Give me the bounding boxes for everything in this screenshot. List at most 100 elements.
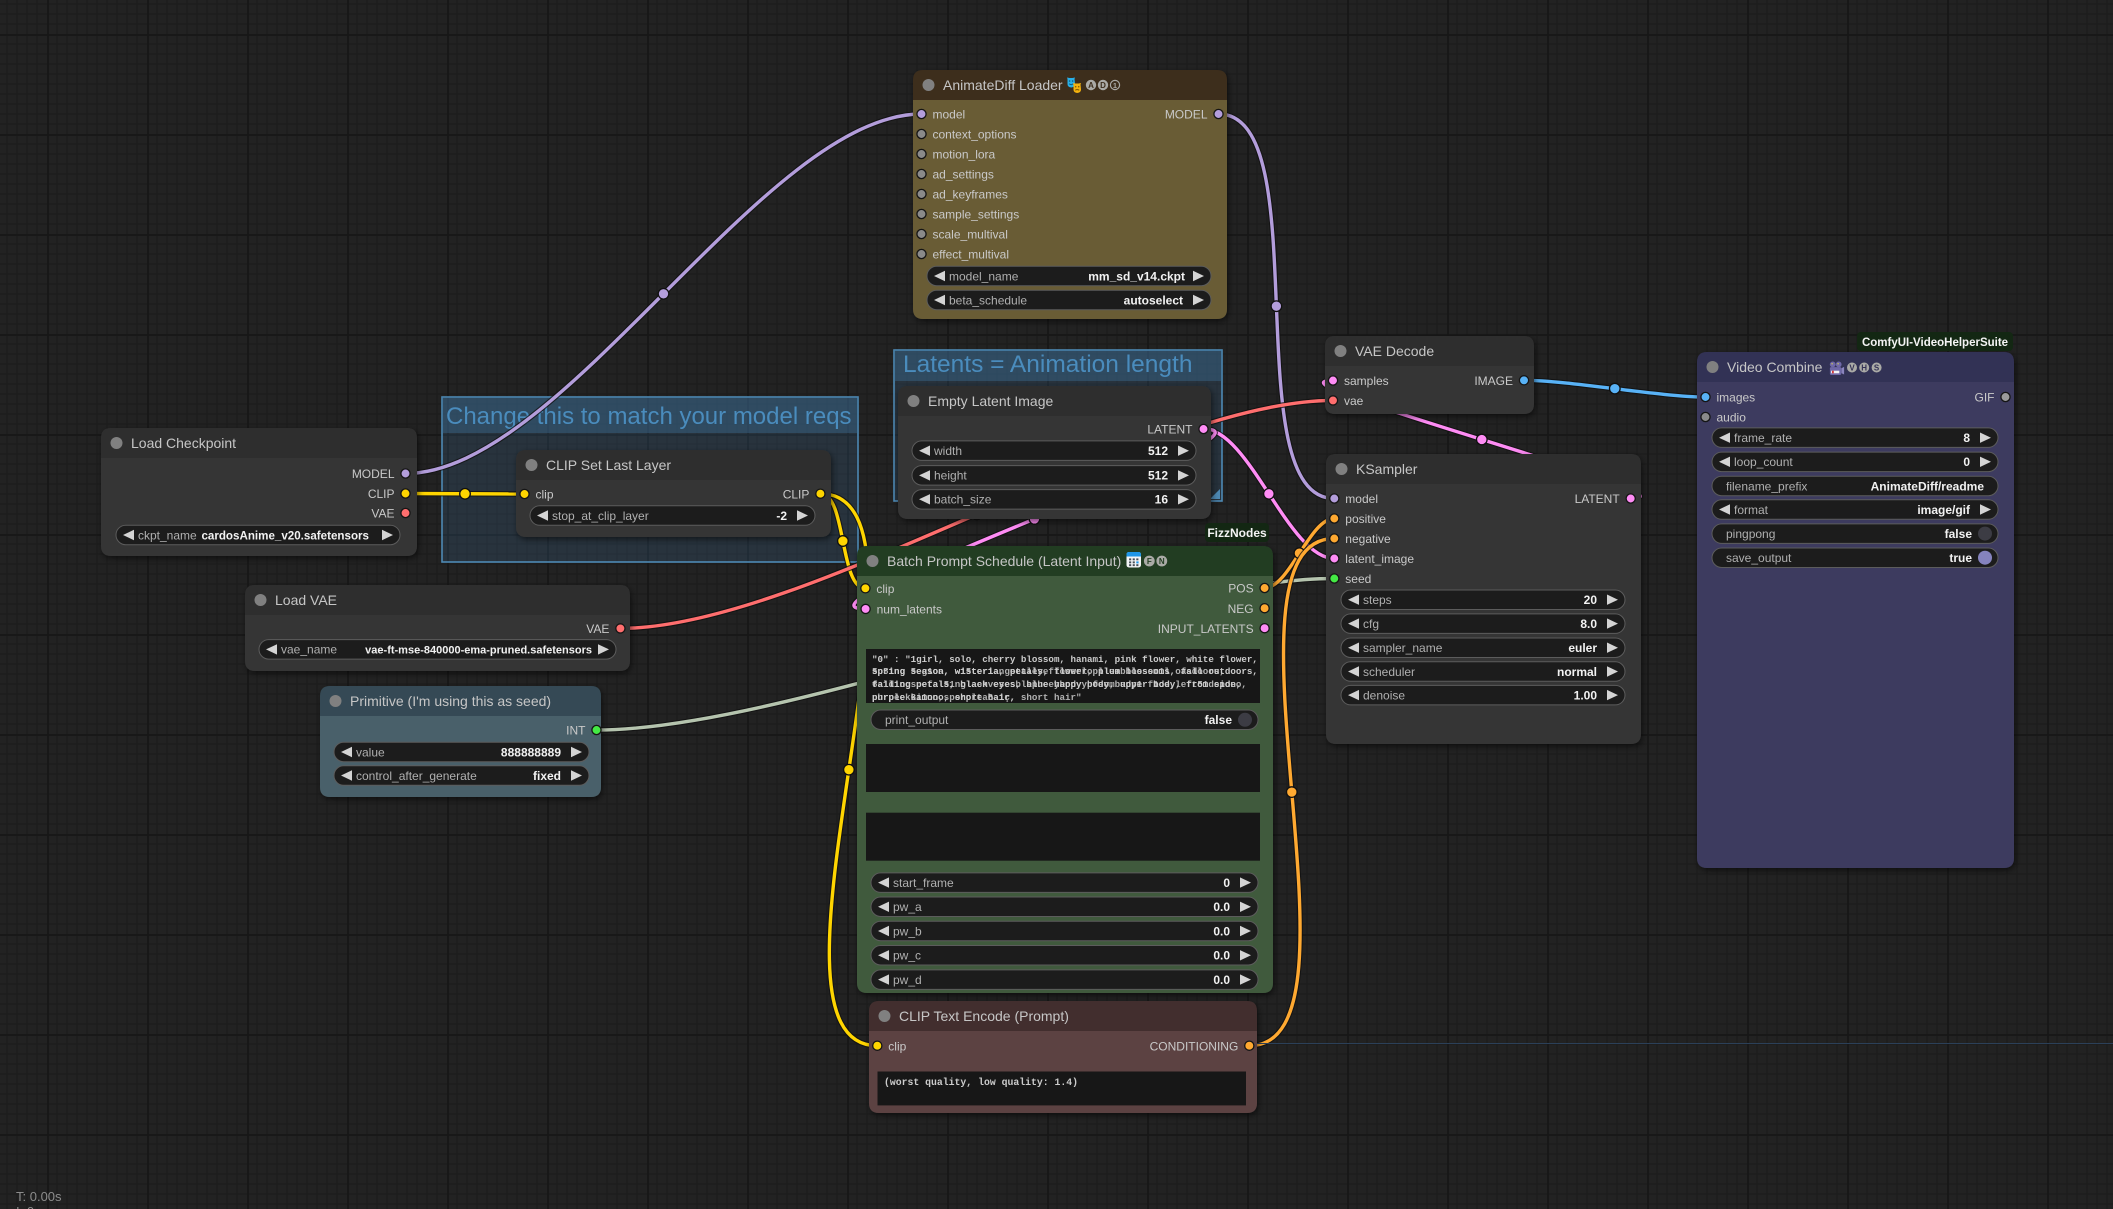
svg-text:CLIP: CLIP xyxy=(368,487,395,501)
svg-text:KSampler: KSampler xyxy=(1356,461,1418,477)
svg-text:N: N xyxy=(1159,557,1165,566)
svg-text:pw_a: pw_a xyxy=(893,900,922,914)
svg-text:pw_d: pw_d xyxy=(893,973,922,987)
svg-text:true: true xyxy=(1949,551,1972,565)
svg-text:8.0: 8.0 xyxy=(1580,617,1597,631)
svg-text:Change this to match your mode: Change this to match your model reqs xyxy=(446,403,852,430)
svg-text:512: 512 xyxy=(1148,469,1168,483)
svg-text:start_frame: start_frame xyxy=(893,876,954,890)
svg-text:cardosAnime_v20.safetensors: cardosAnime_v20.safetensors xyxy=(201,529,369,542)
svg-text:0: 0 xyxy=(1963,455,1970,469)
svg-text:NEG: NEG xyxy=(1228,602,1254,616)
svg-text:false: false xyxy=(1205,713,1233,727)
svg-text:euler: euler xyxy=(1568,641,1597,655)
svg-text:control_after_generate: control_after_generate xyxy=(356,769,477,783)
svg-text:ad_keyframes: ad_keyframes xyxy=(933,188,1008,202)
svg-text:stop_at_clip_layer: stop_at_clip_layer xyxy=(552,509,649,523)
svg-text:LATENT: LATENT xyxy=(1147,423,1193,437)
svg-text:negative: negative xyxy=(1345,532,1391,546)
svg-text:Primitive (I'm using this as s: Primitive (I'm using this as seed) xyxy=(350,693,551,709)
svg-text:save_output: save_output xyxy=(1726,551,1792,565)
svg-text:1: 1 xyxy=(1113,81,1117,90)
svg-text:model: model xyxy=(933,108,966,122)
svg-text:IMAGE: IMAGE xyxy=(1474,374,1513,388)
svg-text:T: 0.00s: T: 0.00s xyxy=(16,1189,62,1204)
svg-text:pingpong: pingpong xyxy=(1726,527,1775,541)
svg-text:pw_b: pw_b xyxy=(893,924,922,938)
svg-text:S: S xyxy=(1874,363,1880,372)
svg-text:8: 8 xyxy=(1963,431,1970,445)
svg-text:samples: samples xyxy=(1344,374,1389,388)
svg-text:Video Combine: Video Combine xyxy=(1727,359,1823,375)
svg-text:CLIP Set Last Layer: CLIP Set Last Layer xyxy=(546,457,671,473)
svg-text:FizzNodes: FizzNodes xyxy=(1207,526,1267,540)
svg-text:audio: audio xyxy=(1717,411,1747,425)
svg-text:0.0: 0.0 xyxy=(1213,949,1230,963)
svg-text:5p51ng 5eg1oa, w15ter1angetale: 5p51ng 5eg1oa, w15ter1angetaleyeflowerlo… xyxy=(872,666,1225,677)
svg-text:(worst quality, low quality: 1: (worst quality, low quality: 1.4) xyxy=(884,1077,1078,1088)
svg-text:images: images xyxy=(1717,391,1756,405)
svg-text:motion_lora: motion_lora xyxy=(933,148,996,162)
svg-text:16: 16 xyxy=(1155,493,1169,507)
svg-text:512: 512 xyxy=(1148,444,1168,458)
svg-text:GIF: GIF xyxy=(1975,391,1995,405)
svg-text:cfg: cfg xyxy=(1363,617,1379,631)
svg-text:value: value xyxy=(356,745,385,759)
svg-text:H: H xyxy=(1861,363,1867,372)
svg-text:I: 0: I: 0 xyxy=(16,1204,34,1209)
svg-text:vae: vae xyxy=(1344,394,1364,408)
svg-text:F: F xyxy=(1147,557,1152,566)
svg-text:mm_sd_v14.ckpt: mm_sd_v14.ckpt xyxy=(1088,269,1185,283)
svg-text:model: model xyxy=(1345,492,1378,506)
svg-text:0.0: 0.0 xyxy=(1213,900,1230,914)
svg-text:width: width xyxy=(933,444,962,458)
svg-text:vae_name: vae_name xyxy=(281,643,337,657)
svg-text:print_output: print_output xyxy=(885,713,949,727)
svg-text:INPUT_LATENTS: INPUT_LATENTS xyxy=(1158,622,1254,636)
svg-text:batch_size: batch_size xyxy=(934,493,992,507)
svg-text:Load VAE: Load VAE xyxy=(275,592,337,608)
svg-text:Empty Latent Image: Empty Latent Image xyxy=(928,393,1054,409)
svg-text:6a1d1ogspefal51nglaehvesesblap: 6a1d1ogspefal51nglaehvesesblapheeybodyyp… xyxy=(872,679,1247,690)
svg-text:fixed: fixed xyxy=(533,769,561,783)
svg-text:latent_image: latent_image xyxy=(1345,552,1414,566)
svg-text:ComfyUI-VideoHelperSuite: ComfyUI-VideoHelperSuite xyxy=(1862,337,2008,349)
svg-text:model_name: model_name xyxy=(949,269,1019,283)
svg-text:denoise: denoise xyxy=(1363,688,1405,702)
svg-text:pw_c: pw_c xyxy=(893,949,921,963)
svg-text:V: V xyxy=(1849,363,1855,372)
svg-text:0.0: 0.0 xyxy=(1213,973,1230,987)
svg-text:20: 20 xyxy=(1584,593,1598,607)
svg-text:beta_schedule: beta_schedule xyxy=(949,293,1027,307)
svg-text:VAE Decode: VAE Decode xyxy=(1355,343,1434,359)
svg-text:INT: INT xyxy=(566,724,586,738)
svg-text:ckpt_name: ckpt_name xyxy=(138,528,197,542)
svg-text:POS: POS xyxy=(1228,582,1253,596)
svg-text:clip: clip xyxy=(536,488,554,502)
svg-text:888888889: 888888889 xyxy=(501,745,561,759)
svg-text:phrpeek6a1no,sporplea6a1ç, sho: phrpeek6a1no,sporplea6a1ç, short hair" xyxy=(872,692,1082,703)
svg-text:CLIP: CLIP xyxy=(783,487,810,501)
svg-text:0.0: 0.0 xyxy=(1213,924,1230,938)
svg-text:clip: clip xyxy=(876,582,894,596)
svg-text:1.00: 1.00 xyxy=(1574,688,1598,702)
svg-text:MODEL: MODEL xyxy=(1165,108,1208,122)
svg-text:0: 0 xyxy=(1223,876,1230,890)
svg-text:seed: seed xyxy=(1345,572,1371,586)
svg-text:context_options: context_options xyxy=(933,128,1017,142)
svg-text:format: format xyxy=(1734,503,1769,517)
svg-text:positive: positive xyxy=(1345,512,1386,526)
svg-text:height: height xyxy=(934,469,967,483)
svg-text:Load Checkpoint: Load Checkpoint xyxy=(131,435,236,451)
svg-text:scheduler: scheduler xyxy=(1363,665,1415,679)
svg-text:steps: steps xyxy=(1363,593,1392,607)
svg-text:sample_settings: sample_settings xyxy=(933,208,1020,222)
svg-text:A: A xyxy=(1088,81,1094,90)
svg-text:filename_prefix: filename_prefix xyxy=(1726,479,1807,493)
svg-text:VAE: VAE xyxy=(371,507,394,521)
svg-text:false: false xyxy=(1945,527,1973,541)
svg-text:normal: normal xyxy=(1557,665,1597,679)
svg-text:clip: clip xyxy=(888,1039,906,1053)
svg-text:Latents = Animation length: Latents = Animation length xyxy=(903,351,1192,378)
svg-text:MODEL: MODEL xyxy=(352,467,395,481)
